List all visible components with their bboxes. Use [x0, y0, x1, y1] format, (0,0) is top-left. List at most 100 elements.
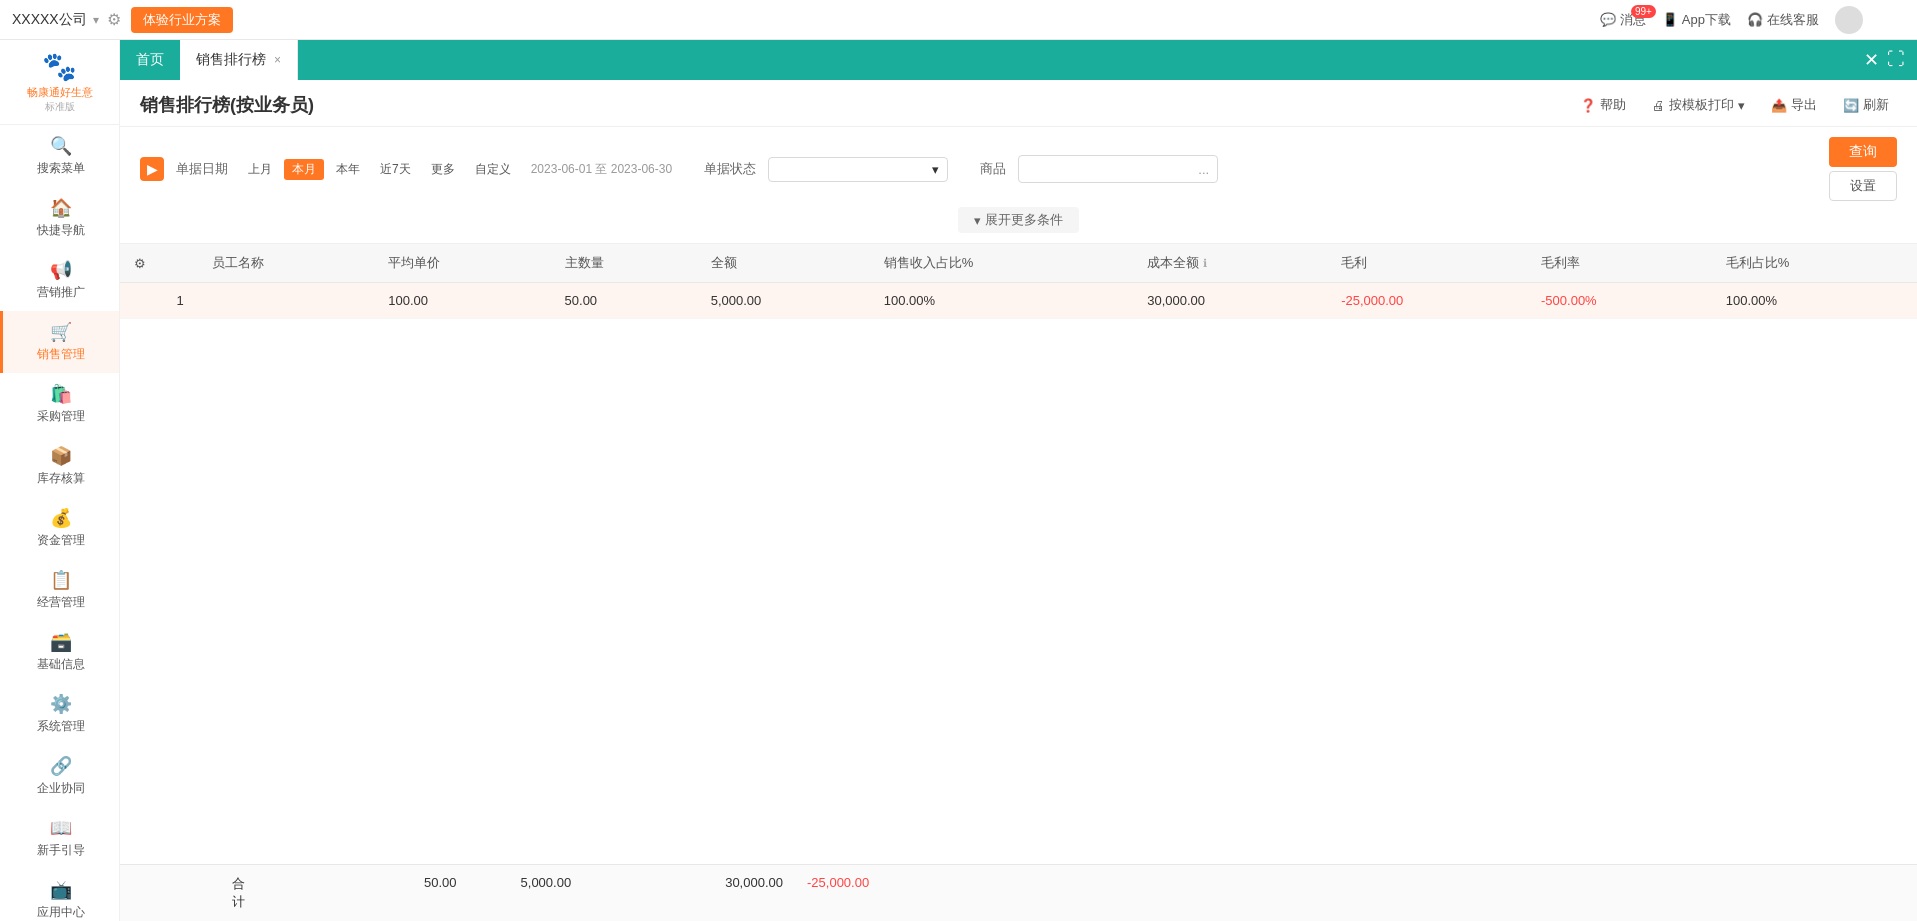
sidebar-item-search[interactable]: 🔍 搜索菜单 [0, 125, 119, 187]
filter-expand-button[interactable]: ▶ [140, 157, 164, 181]
column-settings-button[interactable]: 设置 [1829, 171, 1897, 201]
sidebar-label-enterprise: 企业协同 [37, 780, 85, 797]
sidebar-item-marketing[interactable]: 📢 营销推广 [0, 249, 119, 311]
filter-row-1: ▶ 单据日期 上月 本月 本年 近7天 更多 自定义 2023-06-01 至 … [140, 137, 1897, 201]
col-header-gear[interactable]: ⚙ [120, 244, 160, 283]
date-tab-current-year[interactable]: 本年 [328, 159, 368, 180]
sidebar-item-operations[interactable]: 📋 经营管理 [0, 559, 119, 621]
message-button[interactable]: 💬 消息 99+ [1600, 11, 1646, 29]
username-label [1879, 11, 1905, 29]
footer-cost: 30,000.00 [713, 875, 795, 911]
date-tab-custom[interactable]: 自定义 [467, 159, 519, 180]
footer-gross: -25,000.00 [795, 875, 881, 911]
tab-close-window-icon[interactable]: ✕ [1864, 49, 1879, 71]
chevron-down-icon: ▾ [93, 13, 99, 27]
sidebar-item-basic-info[interactable]: 🗃️ 基础信息 [0, 621, 119, 683]
export-button[interactable]: 📤 导出 [1763, 92, 1825, 118]
sidebar-label-finance: 资金管理 [37, 532, 85, 549]
avatar[interactable] [1835, 6, 1863, 34]
row-amount: 5,000.00 [699, 283, 872, 319]
chevron-down-more-icon: ▾ [974, 213, 981, 228]
date-tab-more[interactable]: 更多 [423, 159, 463, 180]
logo-title: 畅康通好生意 [27, 85, 93, 100]
enterprise-icon: 🔗 [50, 755, 72, 777]
filter-bar: ▶ 单据日期 上月 本月 本年 近7天 更多 自定义 2023-06-01 至 … [120, 127, 1917, 244]
app-download-button[interactable]: 📱 App下载 [1662, 11, 1731, 29]
expand-more-label: 展开更多条件 [985, 211, 1063, 229]
sidebar-label-app: 应用中心 [37, 904, 85, 921]
operations-icon: 📋 [50, 569, 72, 591]
tab-maximize-icon[interactable]: ⛶ [1887, 49, 1905, 71]
col-header-cost: 成本全额 ℹ [1135, 244, 1329, 283]
system-icon: ⚙️ [50, 693, 72, 715]
help-label: 帮助 [1600, 96, 1626, 114]
sidebar-item-enterprise[interactable]: 🔗 企业协同 [0, 745, 119, 807]
col-header-qty: 主数量 [553, 244, 699, 283]
settings-icon[interactable]: ⚙ [107, 10, 121, 29]
status-filter-label: 单据状态 [704, 160, 756, 178]
marketing-icon: 📢 [50, 259, 72, 281]
sidebar-item-guide[interactable]: 📖 新手引导 [0, 807, 119, 869]
sales-ranking-table: ⚙ 员工名称 平均单价 主数量 全额 销售收入占比% 成本全额 ℹ 毛利 毛利率… [120, 244, 1917, 319]
status-select[interactable]: ▾ [768, 157, 948, 182]
message-badge: 99+ [1631, 5, 1656, 18]
header-right: 💬 消息 99+ 📱 App下载 🎧 在线客服 [1600, 6, 1905, 34]
app-download-label: App下载 [1682, 11, 1731, 29]
sidebar-item-system[interactable]: ⚙️ 系统管理 [0, 683, 119, 745]
sidebar-item-sales[interactable]: 🛒 销售管理 [0, 311, 119, 373]
row-sales-pct: 100.00% [872, 283, 1135, 319]
tab-bar-right: ✕ ⛶ [1864, 49, 1917, 71]
company-name: XXXXX公司 [12, 11, 87, 29]
query-button[interactable]: 查询 [1829, 137, 1897, 167]
export-label: 导出 [1791, 96, 1817, 114]
sidebar-item-inventory[interactable]: 📦 库存核算 [0, 435, 119, 497]
tab-bar: 首页 销售排行榜 × ✕ ⛶ [120, 40, 1917, 80]
row-gross-rate: -500.00% [1529, 283, 1714, 319]
col-header-gross-rate: 毛利率 [1529, 244, 1714, 283]
tab-close-icon[interactable]: × [274, 53, 281, 67]
sidebar: 🐾 畅康通好生意 标准版 🔍 搜索菜单 🏠 快捷导航 📢 营销推广 🛒 销售管理… [0, 40, 120, 921]
refresh-button[interactable]: 🔄 刷新 [1835, 92, 1897, 118]
sidebar-item-finance[interactable]: 💰 资金管理 [0, 497, 119, 559]
sidebar-item-purchase[interactable]: 🛍️ 采购管理 [0, 373, 119, 435]
row-gross: -25,000.00 [1329, 283, 1529, 319]
date-tab-last-month[interactable]: 上月 [240, 159, 280, 180]
help-button[interactable]: ❓ 帮助 [1572, 92, 1634, 118]
page-content: 销售排行榜(按业务员) ❓ 帮助 🖨 按模板打印 ▾ 📤 导出 [120, 80, 1917, 921]
status-chevron-icon: ▾ [932, 162, 939, 177]
date-tab-current-month[interactable]: 本月 [284, 159, 324, 180]
footer-amount: 5,000.00 [509, 875, 584, 911]
table-row: 1 100.00 50.00 5,000.00 100.00% 30,000.0… [120, 283, 1917, 319]
col-header-amount: 全额 [699, 244, 872, 283]
export-icon: 📤 [1771, 98, 1787, 113]
goods-input[interactable]: ... [1018, 155, 1218, 183]
tab-sales-ranking[interactable]: 销售排行榜 × [180, 40, 298, 80]
print-icon: 🖨 [1652, 98, 1665, 113]
sidebar-label-basic-info: 基础信息 [37, 656, 85, 673]
tab-sales-ranking-label: 销售排行榜 [196, 51, 266, 69]
company-selector[interactable]: XXXXX公司 ▾ [12, 11, 99, 29]
col-header-rank [160, 244, 200, 283]
date-tab-recent-7[interactable]: 近7天 [372, 159, 419, 180]
goods-input-placeholder [1027, 160, 1194, 178]
col-header-avg-price: 平均单价 [376, 244, 552, 283]
page-title: 销售排行榜(按业务员) [140, 93, 314, 117]
finance-icon: 💰 [50, 507, 72, 529]
tab-home[interactable]: 首页 [120, 40, 180, 80]
sidebar-label-system: 系统管理 [37, 718, 85, 735]
logo-area: 🐾 畅康通好生意 标准版 [0, 40, 119, 125]
footer-qty: 50.00 [412, 875, 469, 911]
expand-more-button[interactable]: ▾ 展开更多条件 [958, 207, 1079, 233]
template-print-button[interactable]: 🖨 按模板打印 ▾ [1644, 92, 1753, 118]
sales-icon: 🛒 [50, 321, 72, 343]
sidebar-label-inventory: 库存核算 [37, 470, 85, 487]
online-service-button[interactable]: 🎧 在线客服 [1747, 11, 1819, 29]
goods-more-icon[interactable]: ... [1198, 162, 1209, 177]
logo-icon: 🐾 [42, 50, 77, 83]
sidebar-item-app[interactable]: 📺 应用中心 [0, 869, 119, 921]
sidebar-item-nav[interactable]: 🏠 快捷导航 [0, 187, 119, 249]
row-qty: 50.00 [553, 283, 699, 319]
footer-spacer2 [583, 875, 713, 911]
trial-button[interactable]: 体验行业方案 [131, 7, 233, 33]
date-filter-label: 单据日期 [176, 160, 228, 178]
